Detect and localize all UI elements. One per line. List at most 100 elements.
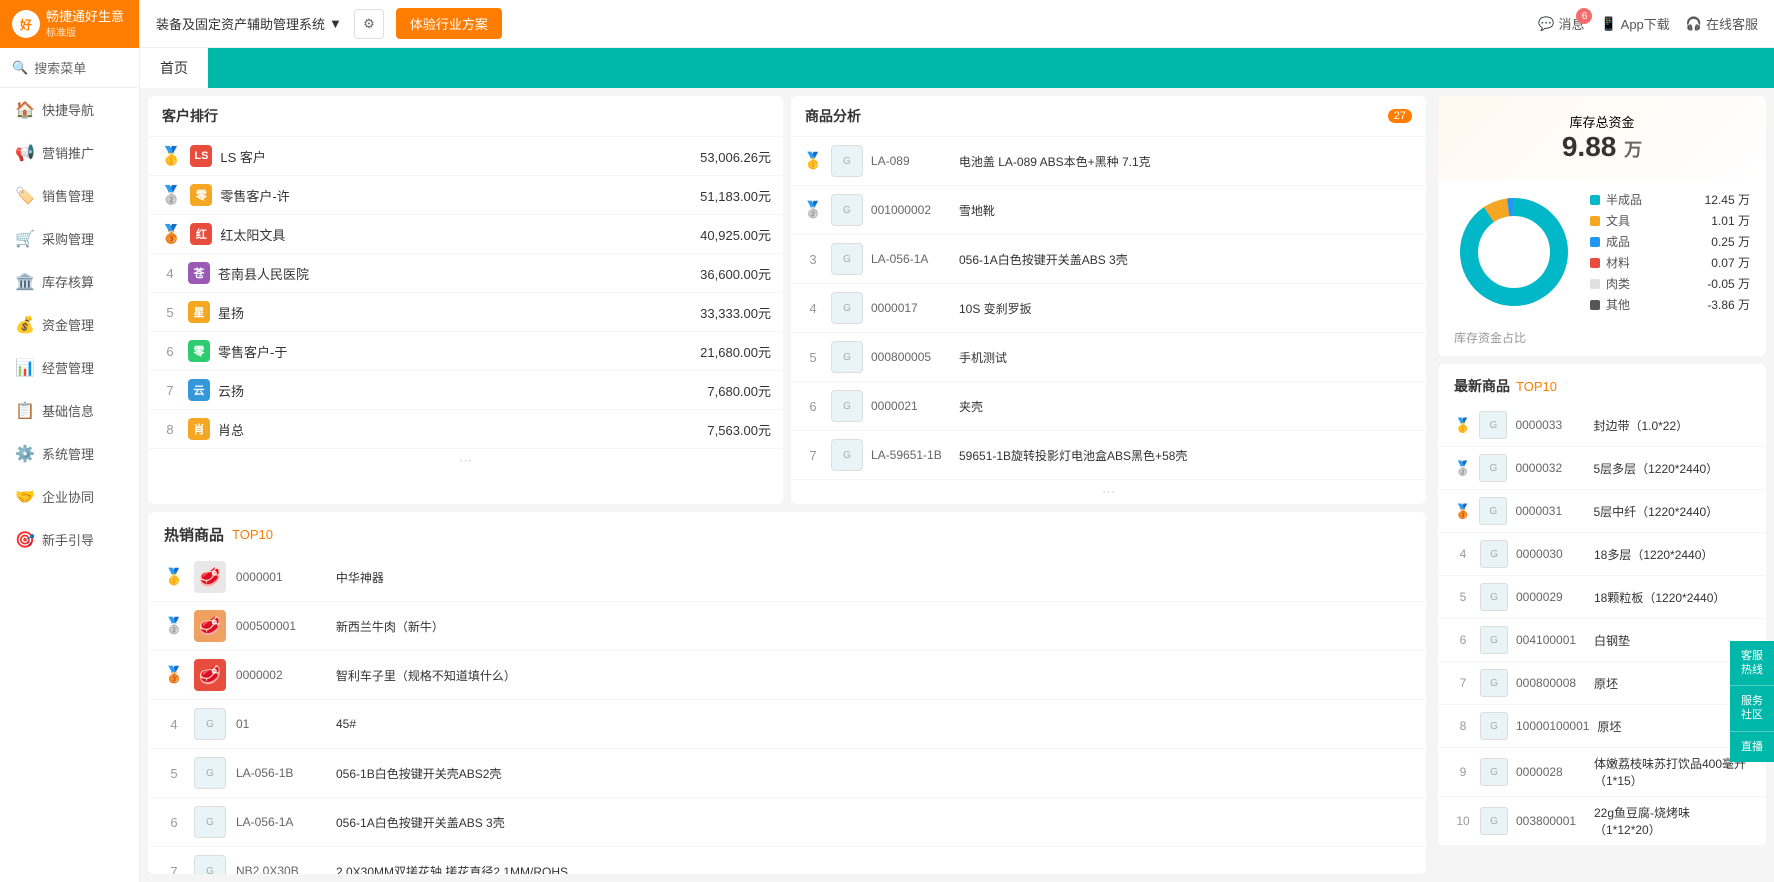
np-name-2: 5层多层（1220*2440） bbox=[1593, 460, 1750, 477]
hot-product-img-4: G bbox=[194, 708, 226, 740]
logo-text: 畅捷通好生意 bbox=[46, 9, 124, 25]
hot-products-panel: 热销商品 TOP10 🥇 🥩 0000001 中华神器 🥈 🥩 bbox=[148, 512, 1426, 874]
sidebar-item-label-1: 营销推广 bbox=[42, 143, 94, 162]
rank-num-8: 8 bbox=[160, 422, 180, 437]
tab-home[interactable]: 首页 bbox=[140, 48, 208, 88]
float-btn-community[interactable]: 服务社区 bbox=[1730, 686, 1774, 732]
np-img-1: G bbox=[1479, 411, 1507, 439]
hot-product-code-5: LA-056-1B bbox=[236, 766, 326, 780]
sidebar-item-label-0: 快捷导航 bbox=[42, 100, 94, 119]
np-code-3: 0000031 bbox=[1515, 504, 1585, 518]
np-medal-1: 🥇 bbox=[1454, 417, 1471, 434]
float-btn-service[interactable]: 客服热线 bbox=[1730, 641, 1774, 687]
sidebar-item-1[interactable]: 📢 营销推广 bbox=[0, 131, 139, 174]
legend-item-3: 材料 0.07 万 bbox=[1590, 254, 1750, 271]
sidebar-item-8[interactable]: ⚙️ 系统管理 bbox=[0, 432, 139, 475]
np-rank-7: 7 bbox=[1454, 676, 1472, 690]
nav-icon-4: 🏛️ bbox=[16, 273, 34, 291]
new-products-label: 最新商品 bbox=[1454, 376, 1510, 396]
scroll-down-icon-2: ⋯ bbox=[1102, 484, 1115, 500]
np-row-2: 🥈 G 0000032 5层多层（1220*2440） bbox=[1438, 447, 1766, 490]
ranking-row-1: 🥇 LS LS 客户 53,006.26元 bbox=[148, 137, 783, 176]
rank-badge-6: 零 bbox=[188, 340, 210, 362]
hot-product-name-3: 智利车子里（规格不知道填什么） bbox=[336, 667, 1410, 684]
rank-num-5: 5 bbox=[160, 305, 180, 320]
medal-gold: 🥇 bbox=[160, 146, 182, 167]
legend-val-0: 12.45 万 bbox=[1705, 191, 1750, 208]
sidebar-item-label-6: 经营管理 bbox=[42, 358, 94, 377]
inventory-amount-display: 9.88 万 bbox=[1454, 131, 1750, 163]
sidebar-item-9[interactable]: 🤝 企业协同 bbox=[0, 475, 139, 518]
product-img-7: G bbox=[831, 439, 863, 471]
hot-product-code-6: LA-056-1A bbox=[236, 815, 326, 829]
np-row-3: 🥉 G 0000031 5层中纤（1220*2440） bbox=[1438, 490, 1766, 533]
legend-dot-3 bbox=[1590, 258, 1600, 268]
product-code-6: 0000021 bbox=[871, 399, 951, 413]
sidebar-item-0[interactable]: 🏠 快捷导航 bbox=[0, 88, 139, 131]
rank-badge-7: 云 bbox=[188, 379, 210, 401]
product-rank-4: 4 bbox=[803, 301, 823, 316]
inventory-header: 库存总资金 9.88 万 bbox=[1438, 96, 1766, 179]
product-code-1: LA-089 bbox=[871, 154, 951, 168]
medal-silver: 🥈 bbox=[160, 185, 182, 206]
rank-name-8: 肖总 bbox=[218, 420, 699, 439]
inventory-amount: 9.88 bbox=[1562, 131, 1617, 162]
sidebar-item-5[interactable]: 💰 资金管理 bbox=[0, 303, 139, 346]
np-code-9: 0000028 bbox=[1516, 765, 1586, 779]
sidebar-item-10[interactable]: 🎯 新手引导 bbox=[0, 518, 139, 561]
hot-medal-2: 🥈 bbox=[164, 616, 184, 636]
np-rank-9: 9 bbox=[1454, 765, 1472, 779]
legend-dot-1 bbox=[1590, 216, 1600, 226]
product-medal-2: 🥈 bbox=[803, 200, 823, 220]
rank-badge-3: 红 bbox=[190, 223, 212, 245]
online-service-button[interactable]: 🎧 在线客服 bbox=[1686, 14, 1758, 33]
new-products-card: 最新商品 TOP10 🥇 G 0000033 封边带（1.0*22） 🥈 G 0… bbox=[1438, 364, 1766, 846]
np-code-8: 10000100001 bbox=[1516, 719, 1589, 733]
nav-tabs: 首页 bbox=[140, 48, 1774, 88]
sidebar-item-4[interactable]: 🏛️ 库存核算 bbox=[0, 260, 139, 303]
sidebar-item-6[interactable]: 📊 经营管理 bbox=[0, 346, 139, 389]
product-row-6: 6 G 0000021 夹壳 bbox=[791, 382, 1426, 431]
rank-amount-2: 51,183.00元 bbox=[700, 186, 771, 205]
sidebar-item-3[interactable]: 🛒 采购管理 bbox=[0, 217, 139, 260]
rank-name-6: 零售客户-于 bbox=[218, 342, 692, 361]
customer-panel-title: 客户排行 bbox=[162, 106, 218, 126]
settings-button[interactable]: ⚙ bbox=[354, 9, 384, 39]
sidebar-search[interactable]: 🔍 搜索菜单 bbox=[0, 48, 139, 88]
float-btn-live[interactable]: 直播 bbox=[1730, 732, 1774, 762]
legend-item-5: 其他 -3.86 万 bbox=[1590, 296, 1750, 313]
product-code-5: 000800005 bbox=[871, 350, 951, 364]
logo: 好 畅捷通好生意 标准版 bbox=[0, 0, 139, 48]
rank-badge-1: LS bbox=[190, 145, 212, 167]
product-img-4: G bbox=[831, 292, 863, 324]
ranking-row-2: 🥈 零 零售客户-许 51,183.00元 bbox=[148, 176, 783, 215]
rank-amount-3: 40,925.00元 bbox=[700, 225, 771, 244]
headset-icon: 🎧 bbox=[1686, 16, 1702, 32]
rank-name-5: 星扬 bbox=[218, 303, 692, 322]
hot-product-6: 6 G LA-056-1A 056-1A白色按键开关盖ABS 3壳 bbox=[148, 798, 1426, 847]
product-name-6: 夹壳 bbox=[959, 398, 1414, 415]
product-code-4: 0000017 bbox=[871, 301, 951, 315]
hot-product-name-1: 中华神器 bbox=[336, 569, 1410, 586]
np-row-7: 7 G 000800008 原坯 bbox=[1438, 662, 1766, 705]
np-img-9: G bbox=[1480, 758, 1508, 786]
rank-amount-5: 33,333.00元 bbox=[700, 303, 771, 322]
sidebar-item-7[interactable]: 📋 基础信息 bbox=[0, 389, 139, 432]
sidebar-item-2[interactable]: 🏷️ 销售管理 bbox=[0, 174, 139, 217]
hot-products-label: 热销商品 bbox=[164, 524, 224, 545]
sidebar-item-label-8: 系统管理 bbox=[42, 444, 94, 463]
inventory-card: 库存总资金 9.88 万 bbox=[1438, 96, 1766, 356]
hot-medal-1: 🥇 bbox=[164, 567, 184, 587]
np-medal-2: 🥈 bbox=[1454, 460, 1471, 477]
trial-button[interactable]: 体验行业方案 bbox=[396, 8, 502, 39]
hot-product-img-7: G bbox=[194, 855, 226, 874]
product-img-1: G bbox=[831, 145, 863, 177]
product-code-3: LA-056-1A bbox=[871, 252, 951, 266]
message-button[interactable]: 💬 消息 6 bbox=[1538, 14, 1584, 33]
rank-amount-7: 7,680.00元 bbox=[707, 381, 771, 400]
system-title-dropdown[interactable]: 装备及固定资产辅助管理系统 ▼ bbox=[156, 14, 342, 33]
np-code-6: 004100001 bbox=[1516, 633, 1586, 647]
rank-amount-6: 21,680.00元 bbox=[700, 342, 771, 361]
np-name-7: 原坯 bbox=[1594, 675, 1750, 692]
app-download-button[interactable]: 📱 App下载 bbox=[1600, 14, 1669, 33]
